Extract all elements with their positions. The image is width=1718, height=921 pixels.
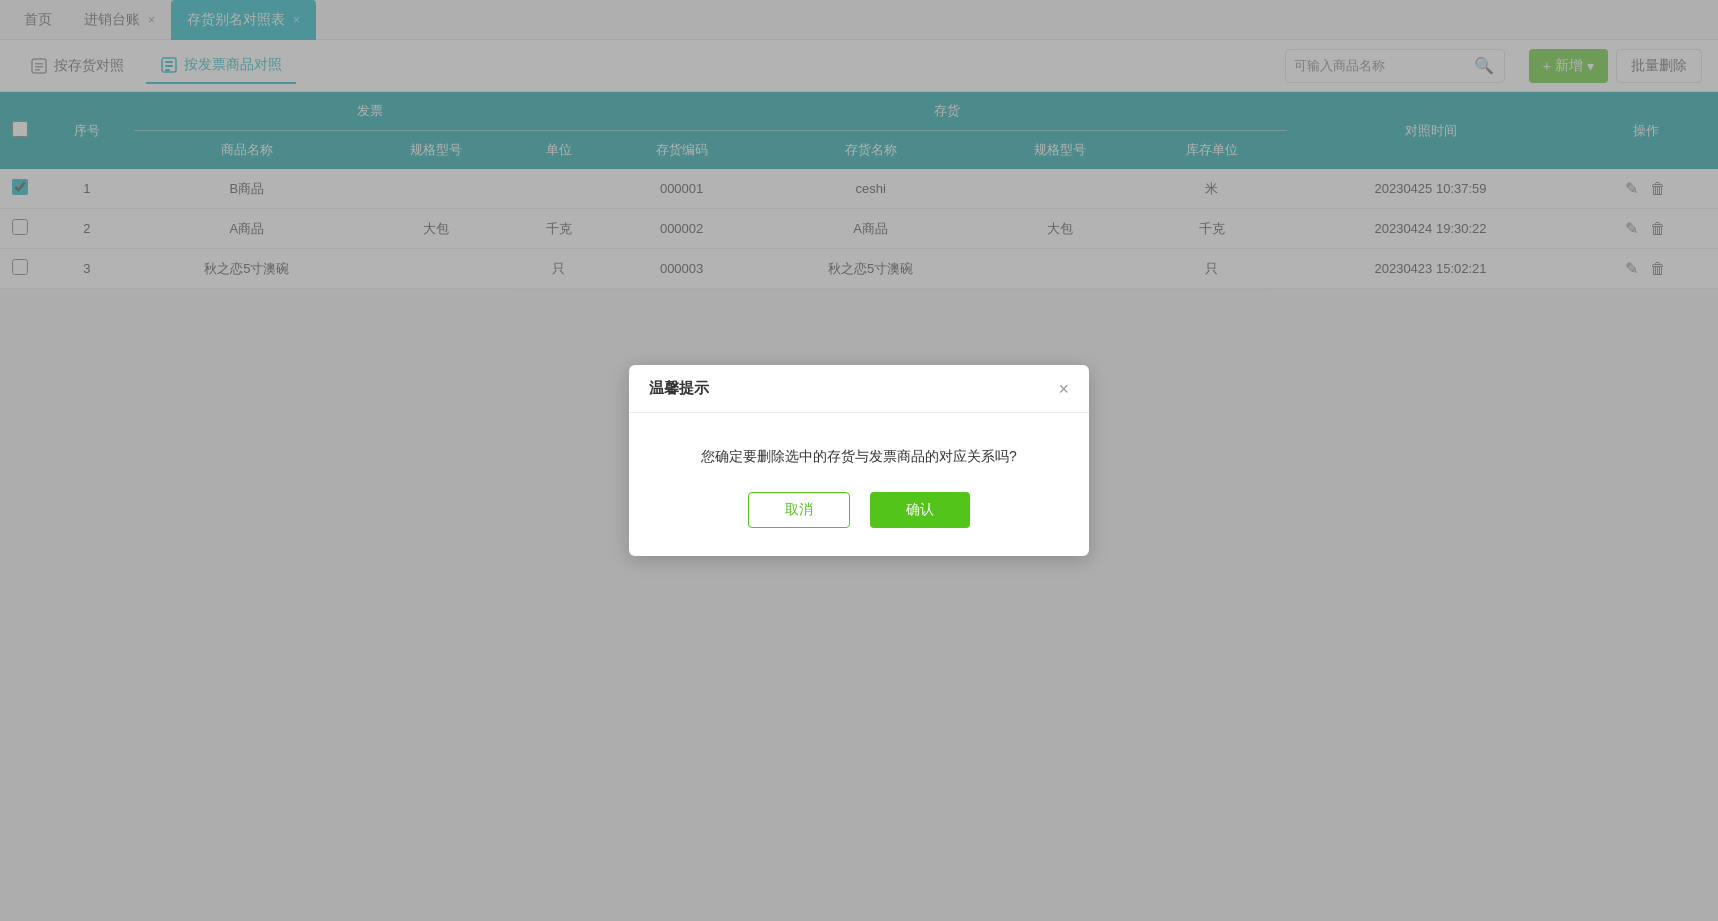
dialog-overlay: 温馨提示 × 您确定要删除选中的存货与发票商品的对应关系吗? 取消 确认 (0, 0, 1718, 289)
